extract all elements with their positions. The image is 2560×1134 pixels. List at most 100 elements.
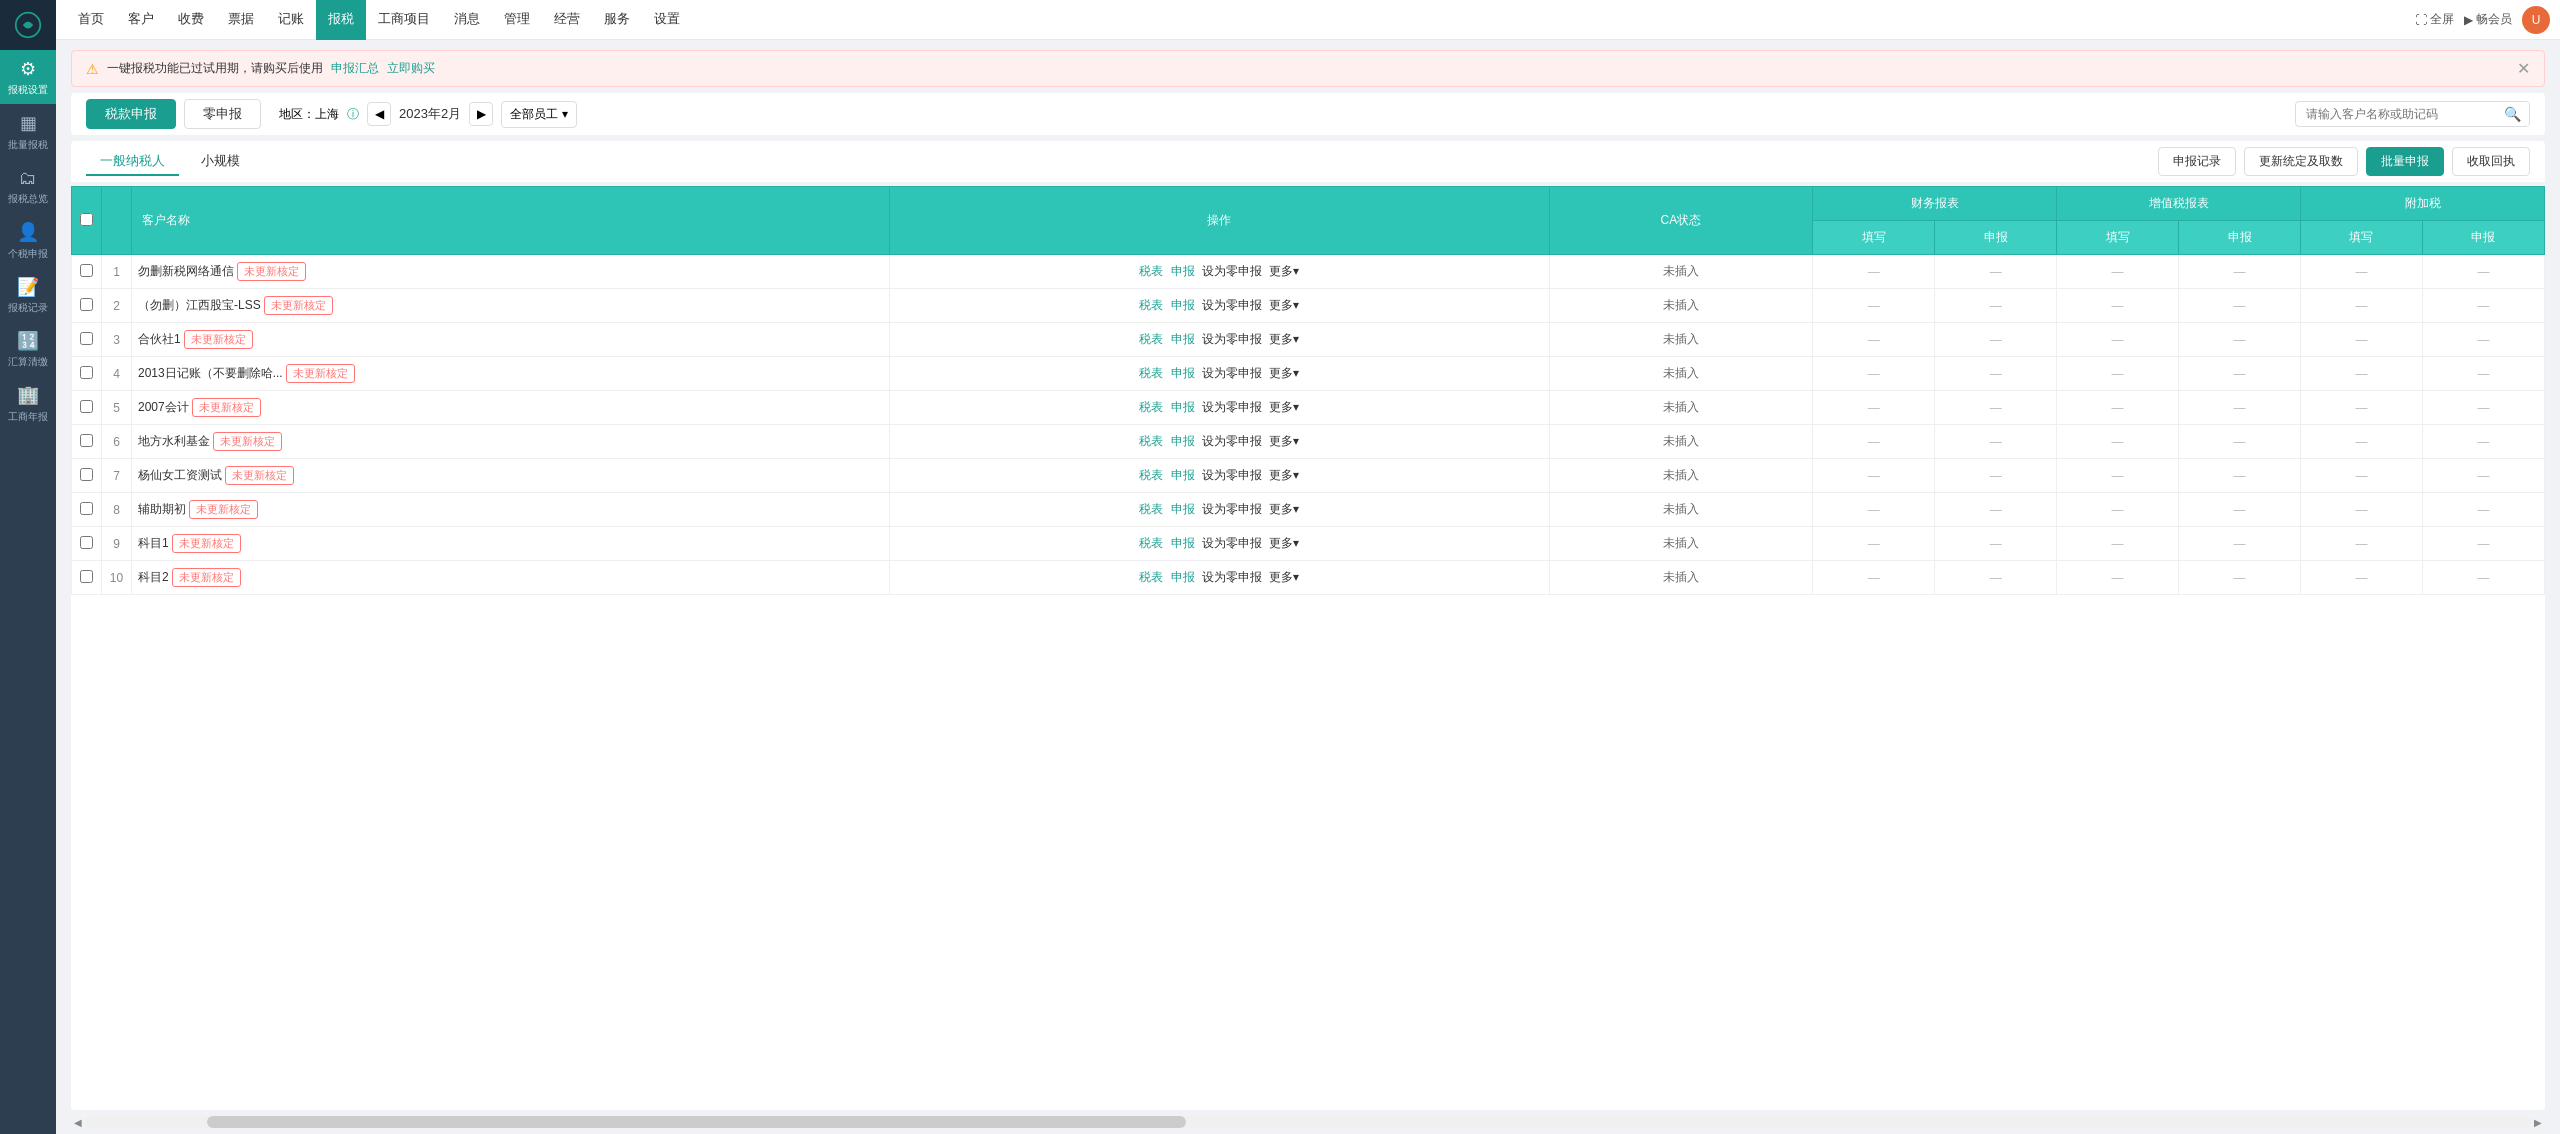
op-declare[interactable]: 申报 [1171,434,1195,448]
sidebar-item-baoshuijilu[interactable]: 📝 报税记录 [0,268,56,322]
update-button[interactable]: 更新统定及取数 [2244,147,2358,176]
op-declare[interactable]: 申报 [1171,570,1195,584]
notice-link-summary[interactable]: 申报汇总 [331,60,379,77]
sidebar-item-geshen[interactable]: 👤 个税申报 [0,213,56,267]
tab-yiban[interactable]: 一般纳税人 [86,148,179,176]
nav-fuwu[interactable]: 服务 [592,0,642,40]
notice-close-button[interactable]: ✕ [2517,59,2530,78]
dept-select[interactable]: 全部员工 ▾ [501,101,577,128]
op-more[interactable]: 更多▾ [1269,434,1299,448]
op-zero[interactable]: 设为零申报 [1202,366,1262,380]
op-taxform[interactable]: 税表 [1139,434,1163,448]
op-declare[interactable]: 申报 [1171,366,1195,380]
batch-declare-button[interactable]: 批量申报 [2366,147,2444,176]
op-more[interactable]: 更多▾ [1269,264,1299,278]
nav-shoufei[interactable]: 收费 [166,0,216,40]
op-declare[interactable]: 申报 [1171,536,1195,550]
op-declare[interactable]: 申报 [1171,400,1195,414]
op-declare[interactable]: 申报 [1171,264,1195,278]
op-taxform[interactable]: 税表 [1139,570,1163,584]
op-taxform[interactable]: 税表 [1139,366,1163,380]
fullscreen-icon: ⛶ [2415,13,2427,27]
row-checkbox[interactable] [72,459,102,493]
sidebar-item-baoshuizonglan[interactable]: 🗂 报税总览 [0,159,56,213]
nav-jizhang[interactable]: 记账 [266,0,316,40]
op-zero[interactable]: 设为零申报 [1202,264,1262,278]
nav-baoshui[interactable]: 报税 [316,0,366,40]
row-checkbox[interactable] [72,391,102,425]
op-more[interactable]: 更多▾ [1269,332,1299,346]
avatar[interactable]: U [2522,6,2550,34]
nav-xiaoxi[interactable]: 消息 [442,0,492,40]
op-declare[interactable]: 申报 [1171,298,1195,312]
op-taxform[interactable]: 税表 [1139,264,1163,278]
nav-gongshang[interactable]: 工商项目 [366,0,442,40]
row-checkbox[interactable] [72,425,102,459]
select-all-checkbox[interactable] [80,213,93,226]
nav-home[interactable]: 首页 [66,0,116,40]
nav-jingying[interactable]: 经营 [542,0,592,40]
op-zero[interactable]: 设为零申报 [1202,298,1262,312]
op-zero[interactable]: 设为零申报 [1202,332,1262,346]
region-info-icon[interactable]: ⓘ [347,106,359,123]
row-checkbox[interactable] [72,493,102,527]
sidebar-item-piliangshuibao[interactable]: ▦ 批量报税 [0,104,56,158]
op-taxform[interactable]: 税表 [1139,502,1163,516]
op-zero[interactable]: 设为零申报 [1202,400,1262,414]
op-zero[interactable]: 设为零申报 [1202,536,1262,550]
nav-shezhi[interactable]: 设置 [642,0,692,40]
records-button[interactable]: 申报记录 [2158,147,2236,176]
op-more[interactable]: 更多▾ [1269,468,1299,482]
op-zero[interactable]: 设为零申报 [1202,468,1262,482]
op-declare[interactable]: 申报 [1171,332,1195,346]
tab-shuibao[interactable]: 税款申报 [86,99,176,129]
row-checkbox[interactable] [72,561,102,595]
op-declare[interactable]: 申报 [1171,468,1195,482]
op-taxform[interactable]: 税表 [1139,400,1163,414]
sidebar-item-gongshang[interactable]: 🏢 工商年报 [0,376,56,430]
row-checkbox[interactable] [72,323,102,357]
scrollbar-track[interactable] [85,1116,2531,1128]
row-tax-declare: — [2179,289,2301,323]
nav-piaoju[interactable]: 票据 [216,0,266,40]
scroll-right-button[interactable]: ▶ [2531,1116,2545,1128]
scrollbar-thumb[interactable] [207,1116,1185,1128]
op-taxform[interactable]: 税表 [1139,468,1163,482]
row-ca: 未插入 [1549,289,1813,323]
sidebar-item-jisuanqingshui[interactable]: 🔢 汇算清缴 [0,322,56,376]
row-tax-fill: — [2057,493,2179,527]
row-checkbox[interactable] [72,527,102,561]
scroll-left-button[interactable]: ◀ [71,1116,85,1128]
sidebar-item-baoshuishezhi[interactable]: ⚙ 报税设置 [0,50,56,104]
op-more[interactable]: 更多▾ [1269,298,1299,312]
op-taxform[interactable]: 税表 [1139,332,1163,346]
op-more[interactable]: 更多▾ [1269,502,1299,516]
status-badge: 未更新核定 [172,568,241,587]
period-prev-button[interactable]: ◀ [367,102,391,126]
nav-client[interactable]: 客户 [116,0,166,40]
op-taxform[interactable]: 税表 [1139,536,1163,550]
op-zero[interactable]: 设为零申报 [1202,434,1262,448]
op-taxform[interactable]: 税表 [1139,298,1163,312]
row-checkbox[interactable] [72,289,102,323]
search-button[interactable]: 🔍 [2496,102,2529,126]
fullscreen-button[interactable]: ⛶ 全屏 [2415,11,2454,28]
nav-guanli[interactable]: 管理 [492,0,542,40]
row-add-fill: — [2301,255,2423,289]
notice-link-buy[interactable]: 立即购买 [387,60,435,77]
op-more[interactable]: 更多▾ [1269,570,1299,584]
row-checkbox[interactable] [72,357,102,391]
vip-button[interactable]: ▶ 畅会员 [2464,11,2512,28]
search-input[interactable] [2296,103,2496,125]
tab-xiaogui[interactable]: 小规模 [187,148,254,176]
retrieve-button[interactable]: 收取回执 [2452,147,2530,176]
period-next-button[interactable]: ▶ [469,102,493,126]
op-more[interactable]: 更多▾ [1269,366,1299,380]
row-checkbox[interactable] [72,255,102,289]
op-zero[interactable]: 设为零申报 [1202,502,1262,516]
op-declare[interactable]: 申报 [1171,502,1195,516]
op-zero[interactable]: 设为零申报 [1202,570,1262,584]
op-more[interactable]: 更多▾ [1269,400,1299,414]
tab-lingshen[interactable]: 零申报 [184,99,261,129]
op-more[interactable]: 更多▾ [1269,536,1299,550]
